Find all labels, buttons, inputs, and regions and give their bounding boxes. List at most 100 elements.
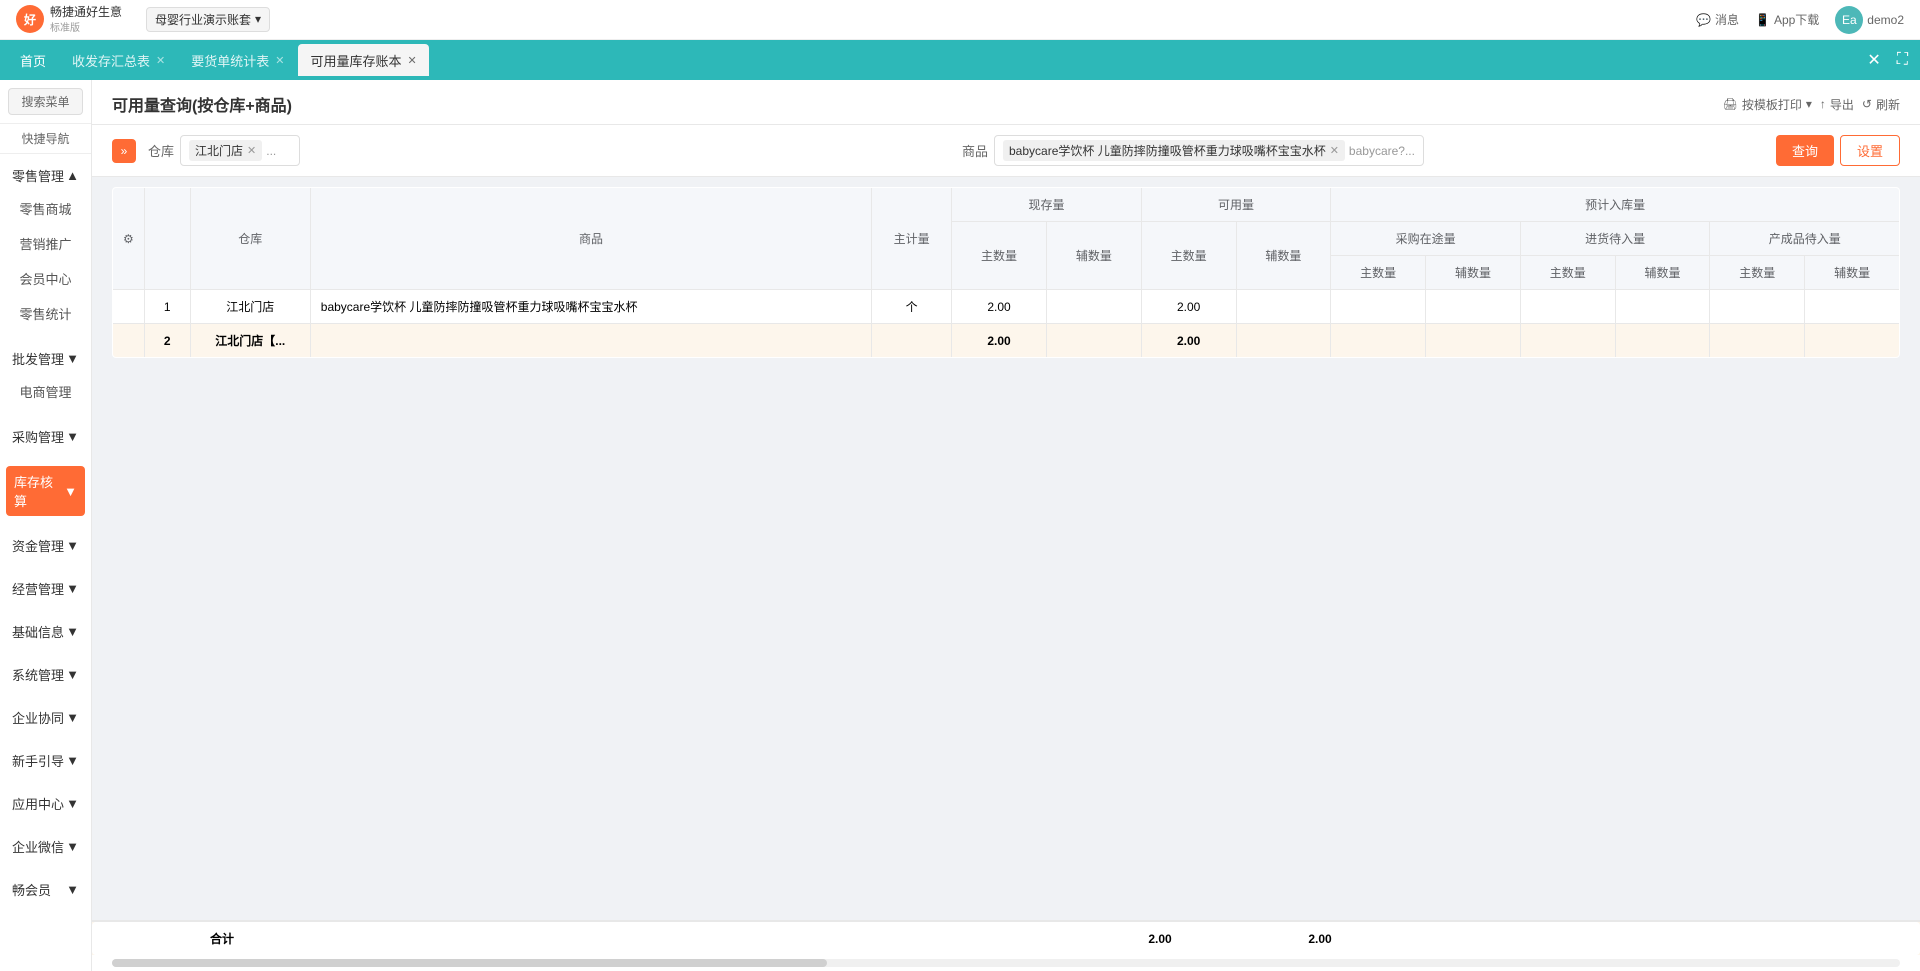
- section-newbie: 新手引导 ▼: [0, 739, 91, 782]
- settings-col-header: ⚙: [113, 188, 145, 290]
- search-menu-btn[interactable]: 搜索菜单: [8, 88, 83, 115]
- quick-nav-btn[interactable]: 快捷导航: [0, 124, 91, 154]
- footer-stock-main: 2.00: [1120, 922, 1200, 955]
- sidebar-item-retail-mall[interactable]: 零售商城: [0, 191, 91, 226]
- avail-aux-qty-header: 辅数量: [1236, 222, 1331, 290]
- collab-section-title[interactable]: 企业协同 ▼: [0, 702, 91, 733]
- subtotal-pt-main: [1331, 324, 1426, 358]
- print-icon: 🖨: [1723, 97, 1738, 111]
- tab-receive-summary[interactable]: 收发存汇总表 ✕: [60, 44, 177, 76]
- avatar-text: Ea: [1842, 13, 1857, 27]
- subtotal-stock-main: 2.00: [952, 324, 1047, 358]
- sidebar-item-ecommerce[interactable]: 电商管理: [0, 374, 91, 409]
- filter-expand-btn[interactable]: »: [112, 139, 136, 163]
- tab-close-all-btn[interactable]: ✕: [1863, 46, 1884, 74]
- system-section-title[interactable]: 系统管理 ▼: [0, 659, 91, 690]
- table-header-row-1: ⚙ 仓库 商品 主计量 现存量 可用量 预计入库量: [113, 188, 1900, 222]
- operations-section-title[interactable]: 经营管理 ▼: [0, 573, 91, 604]
- basic-info-label: 基础信息: [12, 622, 64, 641]
- footer-pt-aux: [1520, 922, 1600, 955]
- warehouse-tag: 江北门店 ✕: [189, 140, 262, 161]
- export-btn[interactable]: ↑ 导出: [1820, 96, 1854, 113]
- export-icon: ↑: [1820, 97, 1826, 111]
- collab-label: 企业协同: [12, 708, 64, 727]
- sidebar-item-retail-stats[interactable]: 零售统计: [0, 296, 91, 331]
- basic-info-section-title[interactable]: 基础信息 ▼: [0, 616, 91, 647]
- member-plus-label: 畅会员: [12, 880, 51, 899]
- tab-home[interactable]: 首页: [8, 51, 58, 70]
- table-footer: 合计 2.00 2.00: [92, 920, 1920, 955]
- newbie-section-title[interactable]: 新手引导 ▼: [0, 745, 91, 776]
- product-wait-header: 产成品待入量: [1710, 222, 1900, 256]
- row-pw-main: [1710, 290, 1805, 324]
- chevron-down-icon: ▾: [255, 12, 261, 26]
- username-label: demo2: [1867, 13, 1904, 27]
- page-header: 可用量查询(按仓库+商品) 🖨 按模板打印 ▾ ↑ 导出 ↺ 刷新: [92, 80, 1920, 125]
- settings-button[interactable]: 设置: [1840, 135, 1900, 166]
- system-label: 系统管理: [12, 665, 64, 684]
- retail-label: 零售管理: [12, 166, 64, 185]
- logo-area: 好 畅捷通好生意 标准版: [16, 5, 122, 34]
- tab-close-icon[interactable]: ✕: [156, 54, 165, 67]
- stock-aux-qty-header: 辅数量: [1046, 222, 1141, 290]
- footer-iw-aux: [1680, 922, 1760, 955]
- tab-close-icon[interactable]: ✕: [275, 54, 284, 67]
- message-btn[interactable]: 💬 消息: [1696, 11, 1739, 28]
- wholesale-arrow: ▼: [66, 351, 79, 366]
- logo-icon: 好: [16, 5, 44, 33]
- sidebar-search-area: 搜索菜单: [0, 80, 91, 124]
- table-row-subtotal: 2 江北门店【... 2.00 2.00: [113, 324, 1900, 358]
- warehouse-filter-group: 仓库 江北门店 ✕ ...: [148, 135, 950, 166]
- product-input[interactable]: babycare学饮杯 儿童防摔防撞吸管杯重力球吸嘴杯宝宝水杯 ✕ babyca…: [994, 135, 1424, 166]
- user-menu[interactable]: Ea demo2: [1835, 6, 1904, 34]
- warehouse-tag-close[interactable]: ✕: [247, 144, 256, 157]
- tab-available-stock[interactable]: 可用量库存账本 ✕: [298, 44, 428, 76]
- member-plus-section-title[interactable]: 畅会员 ▼: [0, 874, 91, 905]
- row-warehouse: 江北门店: [190, 290, 310, 324]
- sidebar-item-marketing[interactable]: 营销推广: [0, 226, 91, 261]
- row-avail-aux: [1236, 290, 1331, 324]
- tab-order-stats[interactable]: 要货单统计表 ✕: [179, 44, 296, 76]
- warehouse-label: 仓库: [148, 141, 174, 160]
- template-print-btn[interactable]: 🖨 按模板打印 ▾: [1723, 96, 1812, 113]
- footer-body: 合计 2.00 2.00: [92, 922, 1920, 955]
- tab-expand-btn[interactable]: ⛶: [1893, 47, 1912, 73]
- subtotal-num: 2: [144, 324, 190, 358]
- member-plus-arrow: ▼: [66, 882, 79, 897]
- product-tag-close[interactable]: ✕: [1330, 144, 1339, 157]
- org-selector[interactable]: 母婴行业演示账套 ▾: [146, 7, 270, 32]
- top-bar-right: 💬 消息 📱 App下载 Ea demo2: [1696, 6, 1904, 34]
- wechat-section-title[interactable]: 企业微信 ▼: [0, 831, 91, 862]
- purchase-section-title[interactable]: 采购管理 ▼: [0, 421, 91, 452]
- footer-product: [282, 922, 1040, 955]
- warehouse-input[interactable]: 江北门店 ✕ ...: [180, 135, 300, 166]
- refresh-btn[interactable]: ↺ 刷新: [1862, 96, 1900, 113]
- query-button[interactable]: 查询: [1776, 135, 1834, 166]
- product-filter-group: 商品 babycare学饮杯 儿童防摔防撞吸管杯重力球吸嘴杯宝宝水杯 ✕ bab…: [962, 135, 1764, 166]
- tab-close-icon[interactable]: ✕: [408, 54, 417, 67]
- footer-avail-aux: [1360, 922, 1440, 955]
- table-row: 1 江北门店 babycare学饮杯 儿童防摔防撞吸管杯重力球吸嘴杯宝宝水杯 个…: [113, 290, 1900, 324]
- app-label: App下载: [1774, 11, 1819, 28]
- logo-sub: 标准版: [50, 19, 122, 34]
- sidebar: 搜索菜单 快捷导航 零售管理 ▲ 零售商城 营销推广 会员中心 零售统计 批发管…: [0, 80, 92, 971]
- subtotal-iw-aux: [1615, 324, 1710, 358]
- inventory-section-title[interactable]: 库存核算 ▼: [6, 466, 85, 516]
- row-product: babycare学饮杯 儿童防摔防撞吸管杯重力球吸嘴杯宝宝水杯: [310, 290, 871, 324]
- pt-main-header: 主数量: [1331, 256, 1426, 290]
- expand-icon: »: [121, 144, 128, 158]
- operations-arrow: ▼: [66, 581, 79, 596]
- finance-section-title[interactable]: 资金管理 ▼: [0, 530, 91, 561]
- subtotal-unit: [872, 324, 952, 358]
- section-retail: 零售管理 ▲ 零售商城 营销推广 会员中心 零售统计: [0, 154, 91, 337]
- sidebar-item-member[interactable]: 会员中心: [0, 261, 91, 296]
- avail-main-qty-header: 主数量: [1141, 222, 1236, 290]
- wholesale-section-title[interactable]: 批发管理 ▼: [0, 343, 91, 374]
- app-center-section-title[interactable]: 应用中心 ▼: [0, 788, 91, 819]
- app-download-btn[interactable]: 📱 App下载: [1755, 11, 1819, 28]
- newbie-arrow: ▼: [66, 753, 79, 768]
- subtotal-pt-aux: [1426, 324, 1521, 358]
- retail-section-title[interactable]: 零售管理 ▲: [0, 160, 91, 191]
- scroll-thumb[interactable]: [112, 959, 827, 967]
- footer-pt-main: [1440, 922, 1520, 955]
